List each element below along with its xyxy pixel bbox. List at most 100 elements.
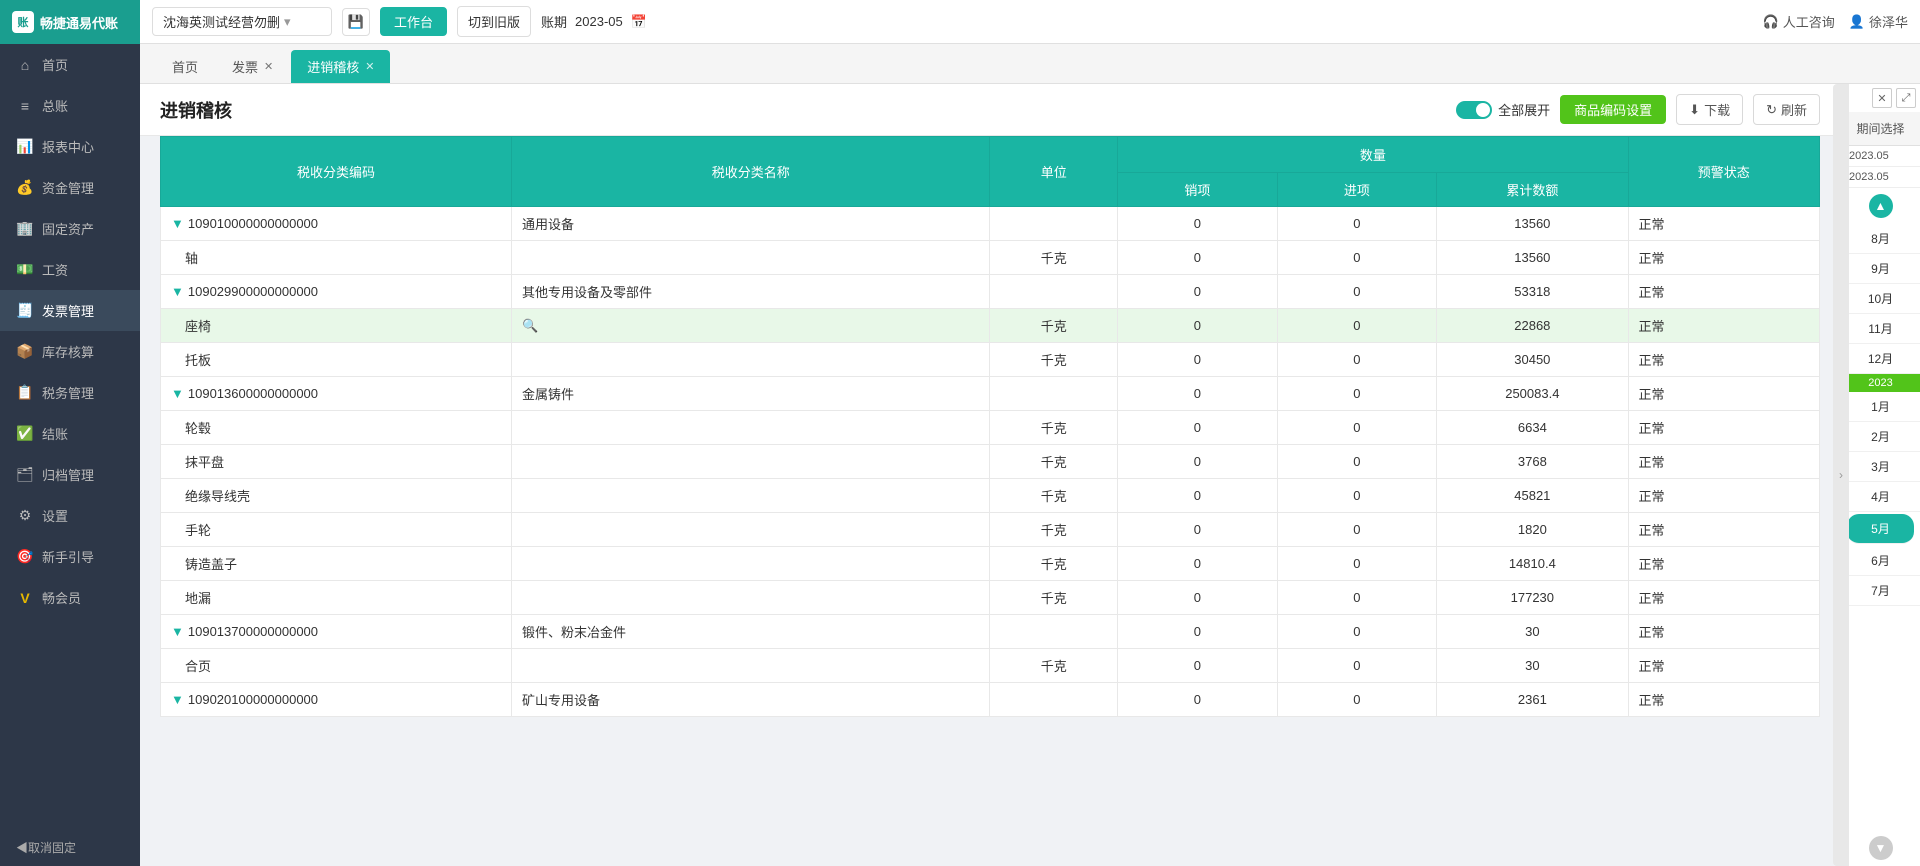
col-unit: 单位: [990, 137, 1118, 207]
switch-version-btn[interactable]: 切到旧版: [457, 6, 531, 37]
expand-icon[interactable]: ▼: [171, 692, 184, 707]
cell-sale: 0: [1118, 309, 1278, 343]
expand-icon[interactable]: ▼: [171, 386, 184, 401]
home-icon: ⌂: [16, 57, 34, 73]
sidebar-item-reports[interactable]: 📊 报表中心: [0, 126, 140, 167]
sidebar-unpin-btn[interactable]: ◀取消固定: [0, 829, 140, 866]
company-dropdown-icon: ▾: [284, 14, 291, 30]
month-item[interactable]: 4月: [1841, 482, 1920, 512]
cell-warning: 正常: [1628, 411, 1819, 445]
period-display: 账期 2023-05 📅: [541, 12, 647, 31]
month-item[interactable]: 7月: [1841, 576, 1920, 606]
service-btn[interactable]: 🎧 人工咨询: [1763, 12, 1835, 31]
sidebar-label-inventory: 库存核算: [42, 342, 94, 361]
panel-expand-btn[interactable]: ⤢: [1896, 88, 1916, 108]
sidebar-item-funds[interactable]: 💰 资金管理: [0, 167, 140, 208]
cell-code: 铸造盖子: [161, 547, 512, 581]
user-avatar-icon: 👤: [1849, 14, 1865, 30]
month-item[interactable]: 5月: [1847, 514, 1914, 544]
guide-icon: 🎯: [16, 548, 34, 565]
cell-total: 22868: [1437, 309, 1628, 343]
month-list: 8月9月10月11月12月20231月2月3月4月5月6月7月: [1841, 224, 1920, 830]
invoice-icon: 🧾: [16, 302, 34, 319]
panel-arrow-up[interactable]: ▲: [1869, 194, 1893, 218]
panel-arrows: ▲: [1841, 188, 1920, 224]
table-row: 抹平盘千克003768正常: [161, 445, 1820, 479]
panel-close-btn[interactable]: ✕: [1872, 88, 1892, 108]
sidebar-item-tax[interactable]: 📋 税务管理: [0, 372, 140, 413]
sidebar-item-assets[interactable]: 🏢 固定资产: [0, 208, 140, 249]
table-row: 手轮千克001820正常: [161, 513, 1820, 547]
tab-bar: 首页 发票 ✕ 进销稽核 ✕: [140, 44, 1920, 84]
expand-icon[interactable]: ▼: [171, 216, 184, 231]
period-label: 账期: [541, 12, 567, 31]
cell-total: 6634: [1437, 411, 1628, 445]
refresh-btn[interactable]: ↻ 刷新: [1753, 94, 1820, 125]
tab-reconcile[interactable]: 进销稽核 ✕: [291, 50, 390, 83]
cell-name: [511, 241, 990, 275]
sidebar-item-settings[interactable]: ⚙ 设置: [0, 495, 140, 536]
sidebar-label-member: 畅会员: [42, 588, 81, 607]
cell-total: 2361: [1437, 683, 1628, 717]
sidebar-item-ledger[interactable]: ≡ 总账: [0, 85, 140, 126]
cell-total: 250083.4: [1437, 377, 1628, 411]
cell-code[interactable]: ▼109020100000000000: [161, 683, 512, 717]
sidebar-item-archive[interactable]: 🗂 归档管理: [0, 454, 140, 495]
cell-warning: 正常: [1628, 343, 1819, 377]
expand-icon[interactable]: ▼: [171, 284, 184, 299]
download-btn[interactable]: ⬇ 下载: [1676, 94, 1743, 125]
cell-warning: 正常: [1628, 309, 1819, 343]
cell-name: [511, 649, 990, 683]
cell-unit: [990, 207, 1118, 241]
month-item[interactable]: 12月: [1841, 344, 1920, 374]
sidebar-item-member[interactable]: V 畅会员: [0, 577, 140, 618]
tab-invoice-close-icon[interactable]: ✕: [264, 60, 273, 73]
sidebar-item-payroll[interactable]: 💵 工资: [0, 249, 140, 290]
table-row: ▼109020100000000000矿山专用设备002361正常: [161, 683, 1820, 717]
cell-name: [511, 479, 990, 513]
calendar-icon[interactable]: 📅: [631, 14, 647, 30]
month-item[interactable]: 11月: [1841, 314, 1920, 344]
settlement-icon: ✅: [16, 425, 34, 442]
cell-unit: [990, 275, 1118, 309]
cell-code[interactable]: ▼109013700000000000: [161, 615, 512, 649]
tab-invoice[interactable]: 发票 ✕: [216, 50, 289, 83]
tab-home[interactable]: 首页: [156, 50, 214, 83]
product-code-btn[interactable]: 商品编码设置: [1560, 95, 1666, 124]
expand-icon[interactable]: ▼: [171, 624, 184, 639]
month-item[interactable]: 9月: [1841, 254, 1920, 284]
col-total: 累计数额: [1437, 173, 1628, 207]
sidebar-item-home[interactable]: ⌂ 首页: [0, 44, 140, 85]
search-icon[interactable]: 🔍: [522, 318, 538, 334]
toggle-track[interactable]: [1456, 101, 1492, 119]
panel-arrow-down[interactable]: ▼: [1869, 836, 1893, 860]
cell-unit: [990, 683, 1118, 717]
sidebar-item-guide[interactable]: 🎯 新手引导: [0, 536, 140, 577]
expand-all-toggle[interactable]: 全部展开: [1456, 100, 1550, 119]
sidebar-label-home: 首页: [42, 55, 68, 74]
cell-code[interactable]: ▼109013600000000000: [161, 377, 512, 411]
cell-unit: 千克: [990, 649, 1118, 683]
sidebar-item-inventory[interactable]: 📦 库存核算: [0, 331, 140, 372]
month-item[interactable]: 3月: [1841, 452, 1920, 482]
workbench-btn[interactable]: 工作台: [380, 7, 447, 36]
panel-toggle-btn[interactable]: ›: [1833, 84, 1849, 866]
cell-sale: 0: [1118, 343, 1278, 377]
cell-code[interactable]: ▼109010000000000000: [161, 207, 512, 241]
month-item[interactable]: 6月: [1841, 546, 1920, 576]
company-selector[interactable]: 沈海英测试经营勿删 ▾: [152, 7, 332, 36]
sidebar-item-invoice[interactable]: 🧾 发票管理: [0, 290, 140, 331]
month-item[interactable]: 10月: [1841, 284, 1920, 314]
user-menu[interactable]: 👤 徐泽华: [1849, 12, 1908, 31]
save-icon-btn[interactable]: 💾: [342, 8, 370, 36]
sidebar-item-settlement[interactable]: ✅ 结账: [0, 413, 140, 454]
month-item[interactable]: 1月: [1841, 392, 1920, 422]
tab-reconcile-close-icon[interactable]: ✕: [365, 60, 374, 73]
month-item[interactable]: 2月: [1841, 422, 1920, 452]
month-item[interactable]: 8月: [1841, 224, 1920, 254]
panel-arrows-bottom: ▼: [1841, 830, 1920, 866]
year-label[interactable]: 2023: [1841, 374, 1920, 392]
cell-code[interactable]: ▼109029900000000000: [161, 275, 512, 309]
assets-icon: 🏢: [16, 220, 34, 237]
tab-invoice-label: 发票: [232, 57, 258, 76]
